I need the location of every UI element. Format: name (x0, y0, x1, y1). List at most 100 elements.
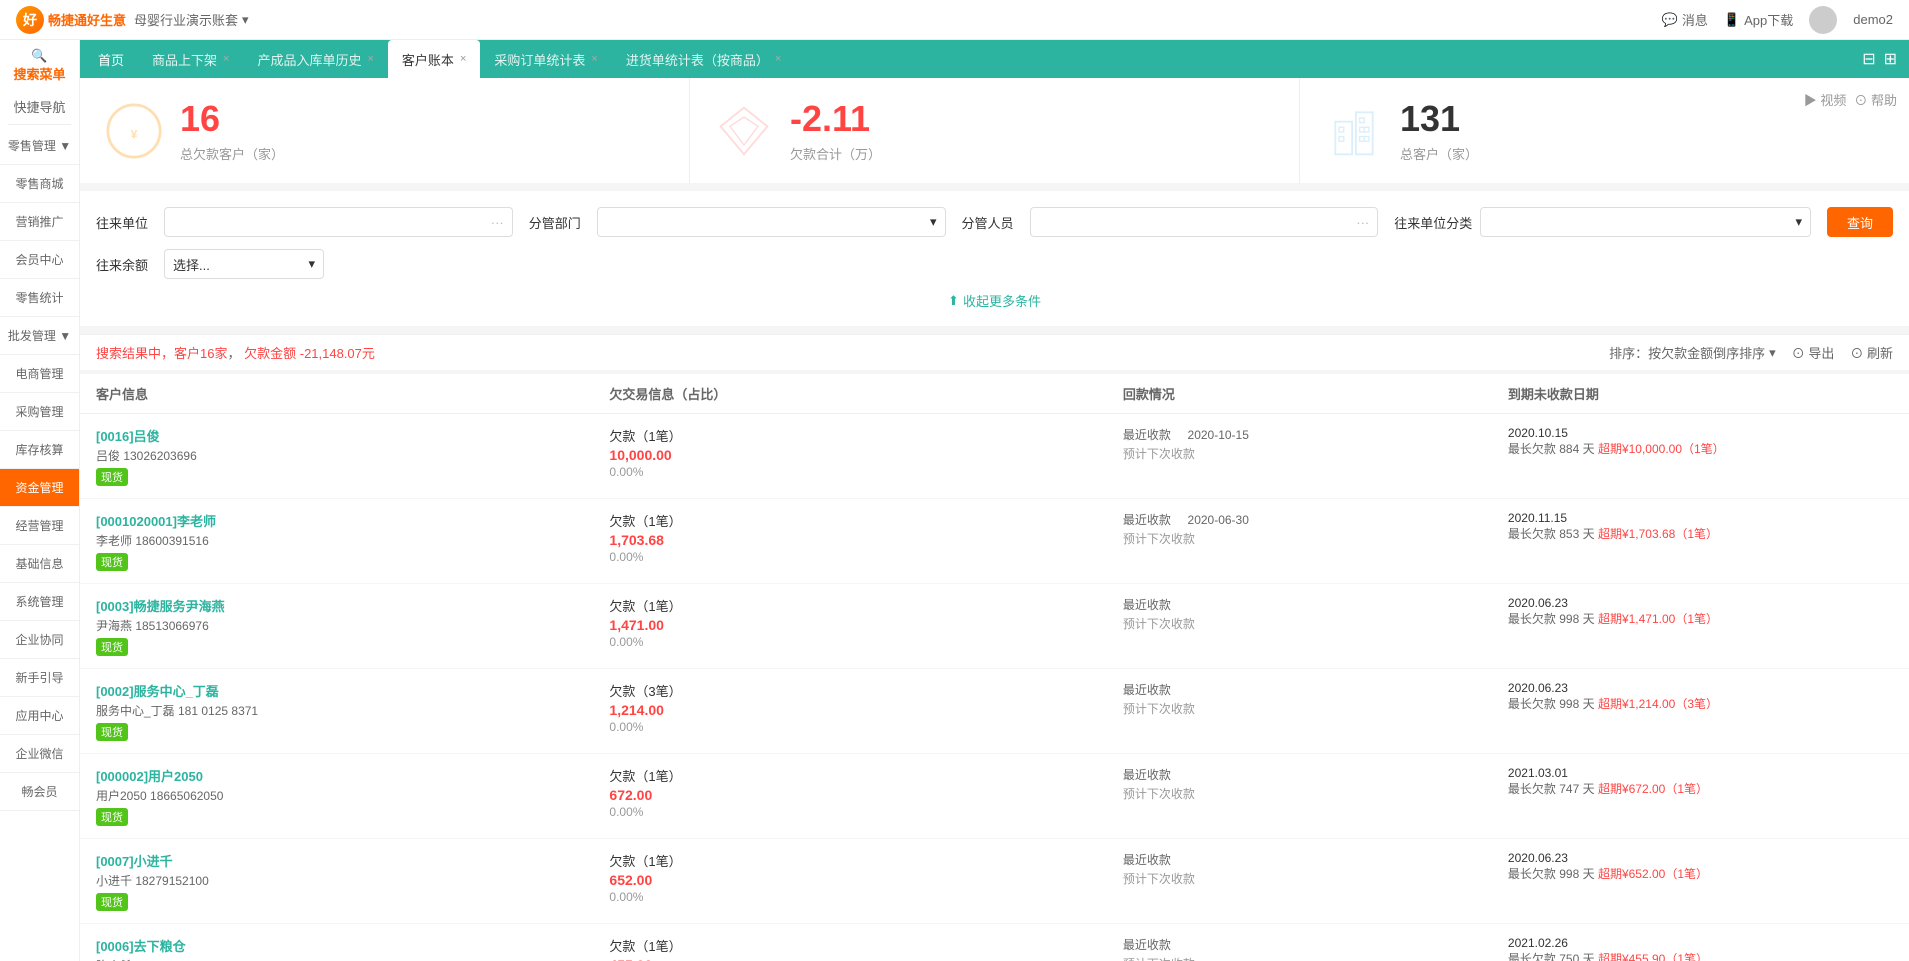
next-collection-7: 预计下次收款 (1123, 955, 1508, 961)
customer-info-6: [0007]小进千 小进千 18279152100 现货 (96, 851, 609, 911)
filter-dept: 分管部门 ▾ (529, 207, 946, 237)
tab-expand-btn[interactable]: ⊞ (1884, 49, 1897, 69)
table-row: [0003]畅捷服务尹海燕 尹海燕 18513066976 现货 欠款（1笔） … (80, 584, 1909, 669)
overdue-amount-6[interactable]: 超期¥652.00（1笔） (1598, 867, 1708, 881)
sidebar-item-wechat[interactable]: 企业微信 (0, 735, 79, 773)
app-download-btn[interactable]: 📱 App下载 (1724, 10, 1793, 29)
stat-label-total: 总客户（家） (1400, 144, 1478, 163)
customer-tag-1: 现货 (96, 468, 128, 486)
export-btn[interactable]: ⊙ 导出 (1792, 343, 1835, 362)
due-date-6: 2020.06.23 (1508, 851, 1893, 865)
sidebar-item-business[interactable]: 经营管理 (0, 507, 79, 545)
customer-phone-7: 陈小希 (96, 957, 609, 961)
filter-row-1: 往来单位 ··· 分管部门 ▾ 分管人员 (96, 207, 1893, 237)
overdue-amount-2[interactable]: 超期¥1,703.68（1笔） (1598, 527, 1718, 541)
col-header-collection: 回款情况 (1123, 384, 1508, 403)
filter-category-select[interactable]: ▾ (1480, 207, 1811, 237)
collapse-row[interactable]: ⬆ 收起更多条件 (96, 291, 1893, 310)
stat-info-amount: -2.11 欠款合计（万） (790, 98, 881, 163)
sidebar-item-retail-mall[interactable]: 零售商城 (0, 165, 79, 203)
sort-select[interactable]: 排序：按欠款金额倒序排序 ▾ (1609, 343, 1776, 362)
stat-icon-diamond (714, 101, 774, 161)
sidebar-item-enterprise[interactable]: 企业协同 (0, 621, 79, 659)
help-btn[interactable]: ⊙ 帮助 (1854, 90, 1897, 109)
debt-info-1: 欠款（1笔） 10,000.00 0.00% (609, 426, 1122, 479)
debt-amount-2: 1,703.68 (609, 532, 1122, 548)
message-btn[interactable]: 💬 消息 (1662, 10, 1708, 29)
customer-name-3[interactable]: [0003]畅捷服务尹海燕 (96, 596, 609, 615)
store-selector[interactable]: 母婴行业演示账套 ▾ (134, 10, 249, 29)
sidebar-item-retail-mgmt[interactable]: 零售管理 ▼ (0, 127, 79, 165)
sidebar: 🔍 搜索菜单 快捷导航 零售管理 ▼ 零售商城 营销推广 会员中心 零售统计 批… (0, 40, 80, 961)
sidebar-item-basic-info[interactable]: 基础信息 (0, 545, 79, 583)
collection-info-5: 最近收款 预计下次收款 (1123, 766, 1508, 802)
refresh-btn[interactable]: ⊙ 刷新 (1850, 343, 1893, 362)
tab-product-listing[interactable]: 商品上下架 × (138, 40, 243, 78)
debt-count-4: 欠款（3笔） (609, 681, 1122, 700)
stat-label-amount: 欠款合计（万） (790, 144, 881, 163)
table-row: [0006]去下粮仓 陈小希 现货 欠款（1笔） 455.90 0.00% 最近… (80, 924, 1909, 961)
sidebar-item-apps[interactable]: 应用中心 (0, 697, 79, 735)
sidebar-item-marketing[interactable]: 营销推广 (0, 203, 79, 241)
message-label: 消息 (1682, 10, 1708, 29)
tab-close-customer-ledger[interactable]: × (460, 53, 466, 65)
stat-card-customers: ¥ 16 总欠款客户（家） (80, 78, 690, 183)
sidebar-item-ecommerce[interactable]: 电商管理 (0, 355, 79, 393)
overdue-amount-1[interactable]: 超期¥10,000.00（1笔） (1598, 442, 1725, 456)
filter-person-input[interactable]: ··· (1030, 207, 1379, 237)
stat-card-amount: -2.11 欠款合计（万） (690, 78, 1300, 183)
due-info-4: 2020.06.23 最长欠款 998 天 超期¥1,214.00（3笔） (1508, 681, 1893, 712)
filter-balance-select[interactable]: 选择... ▾ (164, 249, 324, 279)
tab-close-product-listing[interactable]: × (223, 53, 229, 65)
customer-name-2[interactable]: [0001020001]李老师 (96, 511, 609, 530)
filter-dept-select[interactable]: ▾ (597, 207, 946, 237)
filter-row-2: 往来余额 选择... ▾ (96, 249, 1893, 279)
search-button[interactable]: 查询 (1827, 207, 1893, 237)
user-avatar[interactable] (1809, 6, 1837, 34)
tab-minimize-btn[interactable]: ⊟ (1862, 49, 1875, 69)
sidebar-item-finance[interactable]: 资金管理 (0, 469, 79, 507)
tab-close-warehouse[interactable]: × (367, 53, 373, 65)
tab-bar: 首页 商品上下架 × 产成品入库单历史 × 客户账本 × 采购订单统计表 × 进… (80, 40, 1909, 78)
tab-customer-ledger[interactable]: 客户账本 × (388, 40, 480, 78)
sidebar-item-member[interactable]: 会员中心 (0, 241, 79, 279)
sidebar-item-inventory[interactable]: 库存核算 (0, 431, 79, 469)
customer-name-1[interactable]: [0016]吕俊 (96, 426, 609, 445)
tab-warehouse-history[interactable]: 产成品入库单历史 × (243, 40, 387, 78)
customer-name-6[interactable]: [0007]小进千 (96, 851, 609, 870)
debt-amount-5: 672.00 (609, 787, 1122, 803)
filter-category-label: 往来单位分类 (1394, 213, 1472, 232)
collection-info-1: 最近收款 2020-10-15 预计下次收款 (1123, 426, 1508, 462)
tab-close-purchase[interactable]: × (591, 53, 597, 65)
customer-tag-5: 现货 (96, 808, 128, 826)
filter-vendor-input[interactable]: ··· (164, 207, 513, 237)
sidebar-quick-nav[interactable]: 快捷导航 (0, 91, 79, 122)
sidebar-item-wholesale[interactable]: 批发管理 ▼ (0, 317, 79, 355)
customer-name-7[interactable]: [0006]去下粮仓 (96, 936, 609, 955)
table-header: 客户信息 欠交易信息（占比） 回款情况 到期未收款日期 (80, 374, 1909, 414)
next-collection-6: 预计下次收款 (1123, 870, 1508, 887)
last-collection-5: 最近收款 (1123, 766, 1508, 783)
overdue-amount-3[interactable]: 超期¥1,471.00（1笔） (1598, 612, 1718, 626)
overdue-amount-5[interactable]: 超期¥672.00（1笔） (1598, 782, 1708, 796)
tab-stock-summary[interactable]: 进货单统计表（按商品） × (612, 40, 795, 78)
tab-purchase-summary[interactable]: 采购订单统计表 × (480, 40, 611, 78)
overdue-days-1: 最长欠款 884 天 超期¥10,000.00（1笔） (1508, 440, 1893, 457)
debt-count-2: 欠款（1笔） (609, 511, 1122, 530)
customer-name-4[interactable]: [0002]服务中心_丁磊 (96, 681, 609, 700)
table-section: 客户信息 欠交易信息（占比） 回款情况 到期未收款日期 [0016]吕俊 吕俊 … (80, 374, 1909, 961)
sidebar-item-guide[interactable]: 新手引导 (0, 659, 79, 697)
sidebar-search[interactable]: 🔍 搜索菜单 (0, 40, 79, 91)
overdue-amount-4[interactable]: 超期¥1,214.00（3笔） (1598, 697, 1718, 711)
debt-percent-1: 0.00% (609, 465, 1122, 479)
sidebar-item-system[interactable]: 系统管理 (0, 583, 79, 621)
overdue-amount-7[interactable]: 超期¥455.90（1笔） (1598, 952, 1708, 961)
sidebar-item-purchase[interactable]: 采购管理 (0, 393, 79, 431)
customer-name-5[interactable]: [000002]用户2050 (96, 766, 609, 785)
due-date-2: 2020.11.15 (1508, 511, 1893, 525)
video-btn[interactable]: ▶ 视频 (1804, 90, 1847, 109)
sidebar-item-member2[interactable]: 畅会员 (0, 773, 79, 811)
tab-home[interactable]: 首页 (84, 50, 138, 69)
tab-close-stock[interactable]: × (775, 53, 781, 65)
sidebar-item-retail-stats[interactable]: 零售统计 (0, 279, 79, 317)
